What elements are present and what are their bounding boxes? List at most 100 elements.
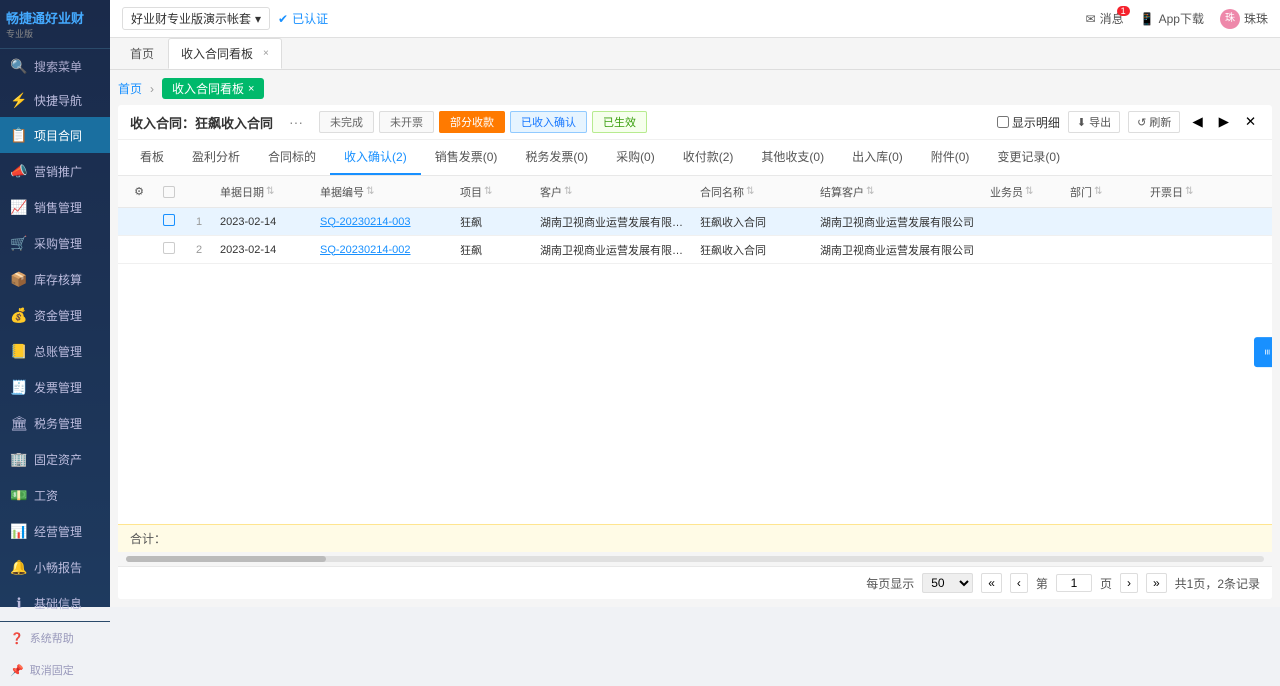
sort-opendate-icon: ⇅ [1185,186,1193,197]
th-salesperson[interactable]: 业务员⇅ [984,180,1064,204]
contract-board-close-icon[interactable]: × [248,83,254,95]
th-contract[interactable]: 合同名称⇅ [694,180,814,204]
sidebar-bottom: ❓ 系统帮助 📌 取消固定 [0,621,110,686]
close-panel-button[interactable]: ✕ [1241,112,1260,132]
sidebar-item-fixed-assets[interactable]: 🏢 固定资产 [0,441,110,477]
app-download-button[interactable]: 📱 App下载 [1140,10,1204,27]
status-btn-uninvoiced[interactable]: 未开票 [379,111,434,133]
td-date-2: 2023-02-14 [214,241,314,259]
status-btn-confirmed[interactable]: 已收入确认 [510,111,587,133]
status-btn-partial[interactable]: 部分收款 [439,111,505,133]
right-float-action-button[interactable]: ≡ [1254,337,1272,367]
more-options-button[interactable]: ··· [283,114,309,130]
sidebar-item-report[interactable]: 🔔 小畅报告 [0,549,110,585]
sidebar-item-marketing[interactable]: 📣 营销推广 [0,153,110,189]
sidebar-item-invoice[interactable]: 🧾 发票管理 [0,369,110,405]
tab-contract-target[interactable]: 合同标的 [254,140,330,175]
th-project[interactable]: 项目⇅ [454,180,534,204]
sidebar-item-management[interactable]: 📊 经营管理 [0,513,110,549]
chevron-down-icon: ▾ [255,12,261,26]
show-detail-checkbox[interactable] [997,116,1009,128]
sidebar-item-payroll[interactable]: 💵 工资 [0,477,110,513]
th-dept[interactable]: 部门⇅ [1064,180,1144,204]
tab-close-icon[interactable]: × [263,48,269,59]
table-footer: 合计： [118,524,1272,552]
th-date[interactable]: 单据日期⇅ [214,180,314,204]
management-icon: 📊 [10,522,28,540]
tab-kanban[interactable]: 看板 [126,140,178,175]
table-row[interactable]: 1 2023-02-14 SQ-20230214-003 狂飙 湖南卫视商业运营… [118,208,1272,236]
th-client[interactable]: 客户⇅ [534,180,694,204]
table-row[interactable]: 2 2023-02-14 SQ-20230214-002 狂飙 湖南卫视商业运营… [118,236,1272,264]
sidebar-item-basic-info[interactable]: ℹ 基础信息 [0,585,110,621]
status-btn-effective[interactable]: 已生效 [592,111,647,133]
td-docno-2[interactable]: SQ-20230214-002 [314,241,454,259]
refresh-button[interactable]: ↺ 刷新 [1128,111,1180,133]
sidebar-item-purchase[interactable]: 🛒 采购管理 [0,225,110,261]
topbar-left: 好业财专业版演示帐套 ▾ ✔ 已认证 [122,7,328,30]
company-selector[interactable]: 好业财专业版演示帐套 ▾ [122,7,270,30]
td-gear-2 [124,247,154,253]
tab-tax-invoice[interactable]: 税务发票(0) [511,140,602,175]
status-buttons-area: 未完成 未开票 部分收款 已收入确认 已生效 [319,111,647,133]
sidebar-item-sales[interactable]: 📈 销售管理 [0,189,110,225]
last-page-button[interactable]: » [1146,573,1167,593]
tab-purchase[interactable]: 采购(0) [602,140,669,175]
contract-header-row: 收入合同：狂飙收入合同 ··· 未完成 未开票 部分收款 已收入确认 已生效 显… [118,105,1272,140]
td-check-1[interactable] [154,211,184,232]
tab-home[interactable]: 首页 [118,38,166,69]
th-settle[interactable]: 结算客户⇅ [814,180,984,204]
th-settings[interactable]: ⚙ [124,181,154,202]
sort-sales-icon: ⇅ [1025,186,1033,197]
breadcrumb-home[interactable]: 首页 [118,80,142,97]
contract-board-tab-btn[interactable]: 收入合同看板 × [162,78,264,99]
tab-contract-board[interactable]: 收入合同看板 × [168,38,282,69]
user-avatar[interactable]: 珠 珠珠 [1220,9,1268,29]
inventory-icon: 📦 [10,270,28,288]
scrollbar-thumb[interactable] [126,556,326,562]
sidebar-basic-info-label: 基础信息 [34,595,82,612]
message-button[interactable]: ✉ 1 消息 [1086,10,1124,27]
contract-panel: 收入合同：狂飙收入合同 ··· 未完成 未开票 部分收款 已收入确认 已生效 显… [118,105,1272,599]
logo-area: 畅捷通好业财 专业版 [0,0,110,49]
export-button[interactable]: ⬇ 导出 [1068,111,1120,133]
td-docno-1[interactable]: SQ-20230214-003 [314,213,454,231]
tab-payment[interactable]: 收付款(2) [669,140,748,175]
app-sub: 专业版 [6,27,104,40]
th-docno[interactable]: 单据编号⇅ [314,180,454,204]
next-page-button[interactable]: ▶ [1215,112,1233,132]
sidebar-item-inventory[interactable]: 📦 库存核算 [0,261,110,297]
sidebar-item-help[interactable]: ❓ 系统帮助 [0,622,110,654]
ledger-icon: 📒 [10,342,28,360]
tab-attachment[interactable]: 附件(0) [917,140,984,175]
tab-other-income[interactable]: 其他收支(0) [747,140,838,175]
first-page-button[interactable]: « [981,573,1002,593]
tab-revenue-confirm[interactable]: 收入确认(2) [330,140,421,175]
td-check-2[interactable] [154,239,184,260]
per-page-select[interactable]: 50 100 200 [922,573,973,593]
tab-warehouse[interactable]: 出入库(0) [838,140,917,175]
sidebar-item-unpin[interactable]: 📌 取消固定 [0,654,110,686]
sidebar-item-quicknav[interactable]: ⚡ 快捷导航 [0,83,110,117]
td-dept-2 [1064,247,1144,253]
tab-profit[interactable]: 盈利分析 [178,140,254,175]
tab-sales-invoice[interactable]: 销售发票(0) [421,140,512,175]
prev-page-btn[interactable]: ‹ [1010,573,1028,593]
status-btn-incomplete[interactable]: 未完成 [319,111,374,133]
next-page-btn[interactable]: › [1120,573,1138,593]
show-detail-checkbox-label[interactable]: 显示明细 [997,114,1060,131]
sidebar-item-ledger[interactable]: 📒 总账管理 [0,333,110,369]
th-opendate[interactable]: 开票日⇅ [1144,180,1234,204]
sidebar-item-project-contract[interactable]: 📋 项目合同 [0,117,110,153]
current-page-input[interactable] [1056,574,1092,592]
horizontal-scrollbar[interactable] [118,552,1272,566]
per-page-label: 每页显示 [866,575,914,592]
sidebar-item-search[interactable]: 🔍 搜索菜单 [0,49,110,83]
row1-checkbox[interactable] [163,214,175,226]
sidebar-item-finance[interactable]: 💰 资金管理 [0,297,110,333]
prev-page-button[interactable]: ◀ [1188,112,1206,132]
header-checkbox[interactable] [163,186,175,198]
row2-checkbox[interactable] [163,242,175,254]
tab-change-log[interactable]: 变更记录(0) [983,140,1074,175]
sidebar-item-tax[interactable]: 🏛 税务管理 [0,405,110,441]
